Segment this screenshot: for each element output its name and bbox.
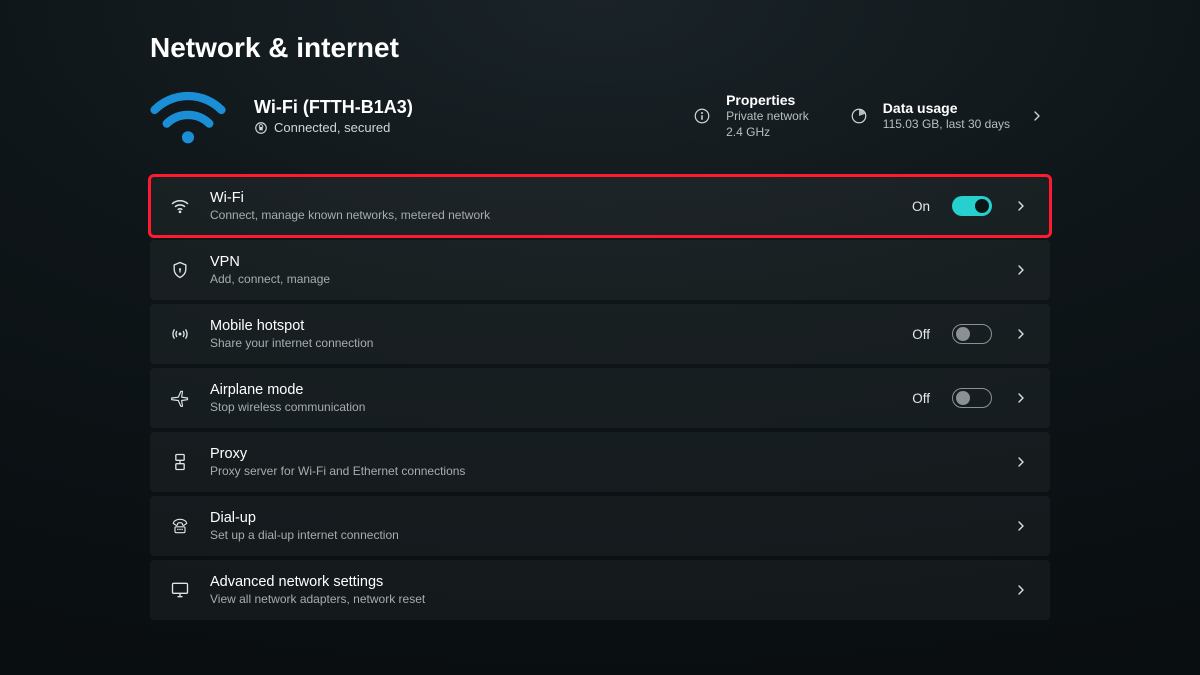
row-advanced-sub: View all network adapters, network reset	[210, 592, 992, 606]
properties-line1: Private network	[726, 108, 809, 124]
wifi-icon	[168, 194, 192, 218]
row-hotspot-title: Mobile hotspot	[210, 318, 894, 334]
connection-summary: Wi-Fi (FTTH-B1A3) Connected, secured Pro…	[150, 86, 1050, 146]
row-wifi-state: On	[912, 199, 930, 214]
chevron-right-icon	[1010, 390, 1032, 406]
connection-info: Wi-Fi (FTTH-B1A3) Connected, secured	[254, 97, 664, 135]
connection-status: Connected, secured	[274, 120, 390, 135]
row-airplane[interactable]: Airplane mode Stop wireless communicatio…	[150, 368, 1050, 428]
chevron-right-icon	[1010, 262, 1032, 278]
row-vpn-sub: Add, connect, manage	[210, 272, 992, 286]
row-hotspot[interactable]: Mobile hotspot Share your internet conne…	[150, 304, 1050, 364]
data-usage-title: Data usage	[883, 100, 1010, 116]
row-airplane-state: Off	[912, 391, 930, 406]
dialup-icon	[168, 514, 192, 538]
row-dialup[interactable]: Dial-up Set up a dial-up internet connec…	[150, 496, 1050, 556]
row-dialup-title: Dial-up	[210, 510, 992, 526]
row-wifi-title: Wi-Fi	[210, 190, 894, 206]
lock-icon	[254, 121, 268, 135]
properties-button[interactable]: Properties Private network 2.4 GHz	[692, 92, 809, 140]
properties-line2: 2.4 GHz	[726, 124, 809, 140]
row-hotspot-state: Off	[912, 327, 930, 342]
row-wifi[interactable]: Wi-Fi Connect, manage known networks, me…	[150, 176, 1050, 236]
properties-title: Properties	[726, 92, 809, 108]
hotspot-icon	[168, 322, 192, 346]
row-airplane-title: Airplane mode	[210, 382, 894, 398]
airplane-icon	[168, 386, 192, 410]
row-hotspot-sub: Share your internet connection	[210, 336, 894, 350]
monitor-icon	[168, 578, 192, 602]
chevron-right-icon	[1024, 108, 1050, 124]
connection-name: Wi-Fi (FTTH-B1A3)	[254, 97, 664, 118]
wifi-toggle[interactable]	[952, 196, 992, 216]
chevron-right-icon	[1010, 198, 1032, 214]
chevron-right-icon	[1010, 582, 1032, 598]
row-proxy-title: Proxy	[210, 446, 992, 462]
chevron-right-icon	[1010, 454, 1032, 470]
chevron-right-icon	[1010, 326, 1032, 342]
row-vpn[interactable]: VPN Add, connect, manage	[150, 240, 1050, 300]
data-usage-detail: 115.03 GB, last 30 days	[883, 116, 1010, 132]
row-proxy[interactable]: Proxy Proxy server for Wi-Fi and Etherne…	[150, 432, 1050, 492]
data-usage-icon	[849, 106, 869, 126]
row-airplane-sub: Stop wireless communication	[210, 400, 894, 414]
airplane-toggle[interactable]	[952, 388, 992, 408]
row-wifi-sub: Connect, manage known networks, metered …	[210, 208, 894, 222]
settings-list: Wi-Fi Connect, manage known networks, me…	[150, 176, 1050, 620]
page-title: Network & internet	[150, 32, 1050, 64]
shield-icon	[168, 258, 192, 282]
row-vpn-title: VPN	[210, 254, 992, 270]
row-dialup-sub: Set up a dial-up internet connection	[210, 528, 992, 542]
row-advanced[interactable]: Advanced network settings View all netwo…	[150, 560, 1050, 620]
proxy-icon	[168, 450, 192, 474]
row-proxy-sub: Proxy server for Wi-Fi and Ethernet conn…	[210, 464, 992, 478]
wifi-signal-icon	[150, 86, 226, 146]
chevron-right-icon	[1010, 518, 1032, 534]
data-usage-button[interactable]: Data usage 115.03 GB, last 30 days	[849, 100, 1050, 132]
hotspot-toggle[interactable]	[952, 324, 992, 344]
info-icon	[692, 106, 712, 126]
row-advanced-title: Advanced network settings	[210, 574, 992, 590]
